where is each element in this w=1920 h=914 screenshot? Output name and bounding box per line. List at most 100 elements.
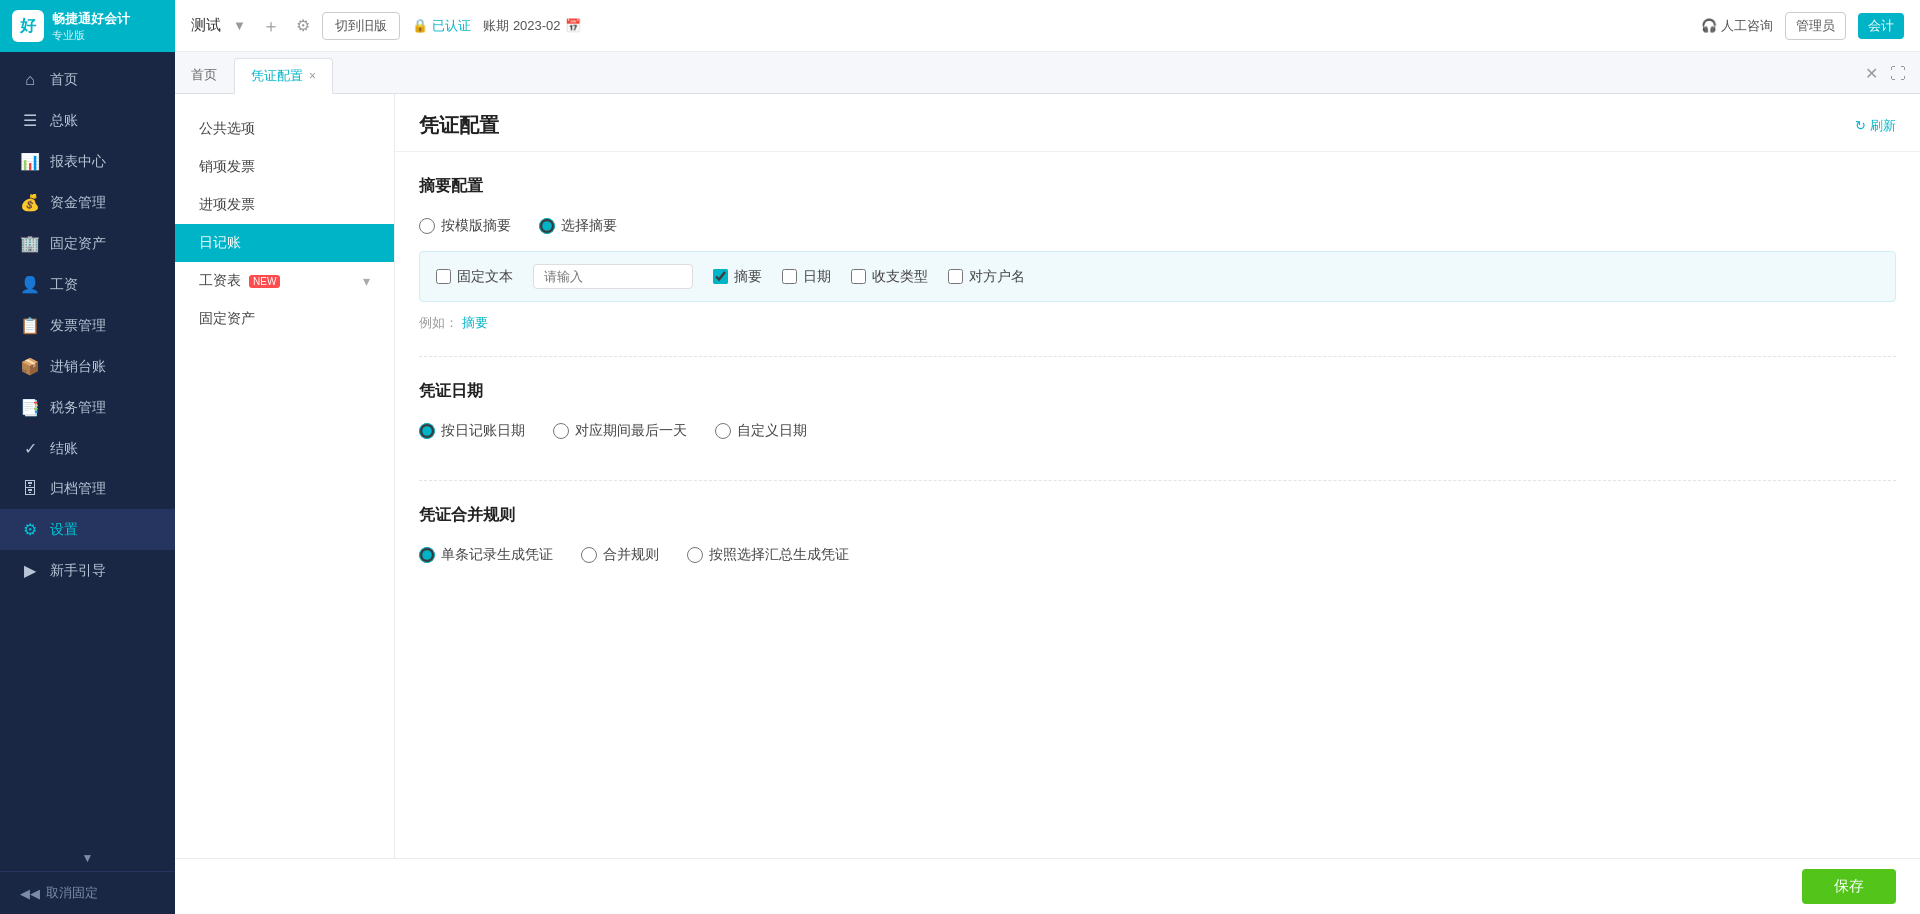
tab-close-icon[interactable]: × — [309, 69, 316, 83]
wage-icon: 👤 — [20, 275, 40, 294]
close-period-icon: ✓ — [20, 439, 40, 458]
date-radio-group: 按日记账日期 对应期间最后一天 自定义日期 — [419, 422, 1896, 440]
date-radio-custom[interactable]: 自定义日期 — [715, 422, 807, 440]
cancel-fixed-btn[interactable]: ◀◀ 取消固定 — [0, 871, 175, 914]
save-button[interactable]: 保存 — [1802, 869, 1896, 904]
sidebar-item-archive[interactable]: 🗄 归档管理 — [0, 469, 175, 509]
right-panel: 凭证配置 ↻ 刷新 摘要配置 按模版摘要 — [395, 94, 1920, 914]
checkbox-date[interactable]: 日期 — [782, 268, 831, 286]
tab-voucher-config[interactable]: 凭证配置 × — [234, 58, 333, 94]
nav-fixed-assets[interactable]: 固定资产 — [175, 300, 394, 338]
topbar: 测试 ▼ ＋ ⚙ 切到旧版 🔒 已认证 账期 2023-02 📅 🎧 人工咨询 … — [175, 0, 1920, 52]
summary-radio-group: 按模版摘要 选择摘要 — [419, 217, 1896, 235]
fixed-text-input[interactable] — [533, 264, 693, 289]
select-summary-input[interactable] — [687, 547, 703, 563]
sidebar-item-invoice[interactable]: 📋 发票管理 — [0, 305, 175, 346]
abstract-checkbox[interactable] — [713, 269, 728, 284]
date-title: 凭证日期 — [419, 381, 1896, 402]
calendar-icon[interactable]: 📅 — [565, 18, 581, 33]
refresh-button[interactable]: ↻ 刷新 — [1855, 117, 1896, 135]
sidebar-item-tax[interactable]: 📑 税务管理 — [0, 387, 175, 428]
sidebar-item-report[interactable]: 📊 报表中心 — [0, 141, 175, 182]
summary-section: 摘要配置 按模版摘要 选择摘要 — [419, 152, 1896, 357]
sidebar-nav: ⌂ 首页 ☰ 总账 📊 报表中心 💰 资金管理 🏢 固定资产 👤 工资 📋 发票… — [0, 52, 175, 845]
sidebar-item-settings[interactable]: ⚙ 设置 — [0, 509, 175, 550]
role-button[interactable]: 会计 — [1858, 13, 1904, 39]
custom-date-input[interactable] — [715, 423, 731, 439]
headset-icon: 🎧 — [1701, 18, 1717, 33]
expand-tab-button[interactable]: ⛶ — [1888, 62, 1908, 85]
tab-home[interactable]: 首页 — [175, 57, 234, 93]
ledger-icon: ☰ — [20, 111, 40, 130]
merge-section: 凭证合并规则 单条记录生成凭证 合并规则 按照选择汇总生成凭证 — [419, 481, 1896, 604]
switch-version-button[interactable]: 切到旧版 — [322, 12, 400, 40]
summary-template-input[interactable] — [419, 218, 435, 234]
asset-icon: 🏢 — [20, 234, 40, 253]
single-record-input[interactable] — [419, 547, 435, 563]
sidebar-item-fund[interactable]: 💰 资金管理 — [0, 182, 175, 223]
project-name: 测试 — [191, 16, 221, 35]
add-project-icon[interactable]: ＋ — [258, 14, 284, 38]
checkbox-pay-type[interactable]: 收支类型 — [851, 268, 928, 286]
sidebar-item-wage[interactable]: 👤 工资 — [0, 264, 175, 305]
tabbar: 首页 凭证配置 × ✕ ⛶ — [175, 52, 1920, 94]
counterpart-checkbox[interactable] — [948, 269, 963, 284]
merge-radio-group: 单条记录生成凭证 合并规则 按照选择汇总生成凭证 — [419, 546, 1896, 564]
nav-journal[interactable]: 日记账 — [175, 224, 394, 262]
bottom-bar: 保存 — [175, 858, 1920, 914]
date-section: 凭证日期 按日记账日期 对应期间最后一天 自定义日期 — [419, 357, 1896, 481]
tax-icon: 📑 — [20, 398, 40, 417]
pay-type-checkbox[interactable] — [851, 269, 866, 284]
fixed-text-checkbox[interactable] — [436, 269, 451, 284]
sidebar-item-guide[interactable]: ▶ 新手引导 — [0, 550, 175, 591]
summary-select-input[interactable] — [539, 218, 555, 234]
sidebar-item-asset[interactable]: 🏢 固定资产 — [0, 223, 175, 264]
summary-radio-template[interactable]: 按模版摘要 — [419, 217, 511, 235]
date-checkbox[interactable] — [782, 269, 797, 284]
sidebar-scroll-down[interactable]: ▼ — [0, 845, 175, 871]
merge-radio-single[interactable]: 单条记录生成凭证 — [419, 546, 553, 564]
merge-rule-input[interactable] — [581, 547, 597, 563]
admin-button[interactable]: 管理员 — [1785, 12, 1846, 40]
project-chevron-icon[interactable]: ▼ — [233, 18, 246, 33]
payroll-chevron-icon: ▾ — [363, 273, 370, 289]
trade-icon: 📦 — [20, 357, 40, 376]
sidebar-item-close[interactable]: ✓ 结账 — [0, 428, 175, 469]
close-tab-button[interactable]: ✕ — [1863, 62, 1880, 85]
summary-radio-select[interactable]: 选择摘要 — [539, 217, 617, 235]
summary-title: 摘要配置 — [419, 176, 1896, 197]
new-badge: NEW — [249, 275, 280, 288]
merge-radio-select-summary[interactable]: 按照选择汇总生成凭证 — [687, 546, 849, 564]
main-area: 测试 ▼ ＋ ⚙ 切到旧版 🔒 已认证 账期 2023-02 📅 🎧 人工咨询 … — [175, 0, 1920, 914]
summary-checkbox-row: 固定文本 摘要 日期 收支类型 — [419, 251, 1896, 302]
period-last-input[interactable] — [553, 423, 569, 439]
checkbox-counterpart[interactable]: 对方户名 — [948, 268, 1025, 286]
sidebar-item-ledger[interactable]: ☰ 总账 — [0, 100, 175, 141]
consult-btn[interactable]: 🎧 人工咨询 — [1701, 17, 1773, 35]
checkbox-abstract[interactable]: 摘要 — [713, 268, 762, 286]
page-header: 凭证配置 ↻ 刷新 — [395, 94, 1920, 152]
nav-payroll[interactable]: 工资表 NEW ▾ — [175, 262, 394, 300]
content-area: 公共选项 销项发票 进项发票 日记账 工资表 NEW ▾ 固定资产 ▼ — [175, 94, 1920, 914]
nav-public[interactable]: 公共选项 — [175, 110, 394, 148]
fund-icon: 💰 — [20, 193, 40, 212]
page-title: 凭证配置 — [419, 112, 499, 139]
nav-sales-invoice[interactable]: 销项发票 — [175, 148, 394, 186]
certified-status: 🔒 已认证 — [412, 17, 471, 35]
sidebar-logo-text: 畅捷通好会计 专业版 — [52, 10, 130, 43]
nav-purchase-invoice[interactable]: 进项发票 — [175, 186, 394, 224]
date-radio-journal[interactable]: 按日记账日期 — [419, 422, 525, 440]
left-panel: 公共选项 销项发票 进项发票 日记账 工资表 NEW ▾ 固定资产 ▼ — [175, 94, 395, 914]
journal-date-input[interactable] — [419, 423, 435, 439]
topbar-gear-icon[interactable]: ⚙ — [296, 16, 310, 35]
tabbar-actions: ✕ ⛶ — [1863, 62, 1908, 85]
refresh-icon: ↻ — [1855, 118, 1866, 133]
sidebar-logo: 好 畅捷通好会计 专业版 — [0, 0, 175, 52]
guide-icon: ▶ — [20, 561, 40, 580]
sidebar-item-trade[interactable]: 📦 进销台账 — [0, 346, 175, 387]
date-radio-period-last[interactable]: 对应期间最后一天 — [553, 422, 687, 440]
checkbox-fixed-text[interactable]: 固定文本 — [436, 268, 513, 286]
sidebar-item-home[interactable]: ⌂ 首页 — [0, 60, 175, 100]
home-icon: ⌂ — [20, 71, 40, 89]
merge-radio-rule[interactable]: 合并规则 — [581, 546, 659, 564]
